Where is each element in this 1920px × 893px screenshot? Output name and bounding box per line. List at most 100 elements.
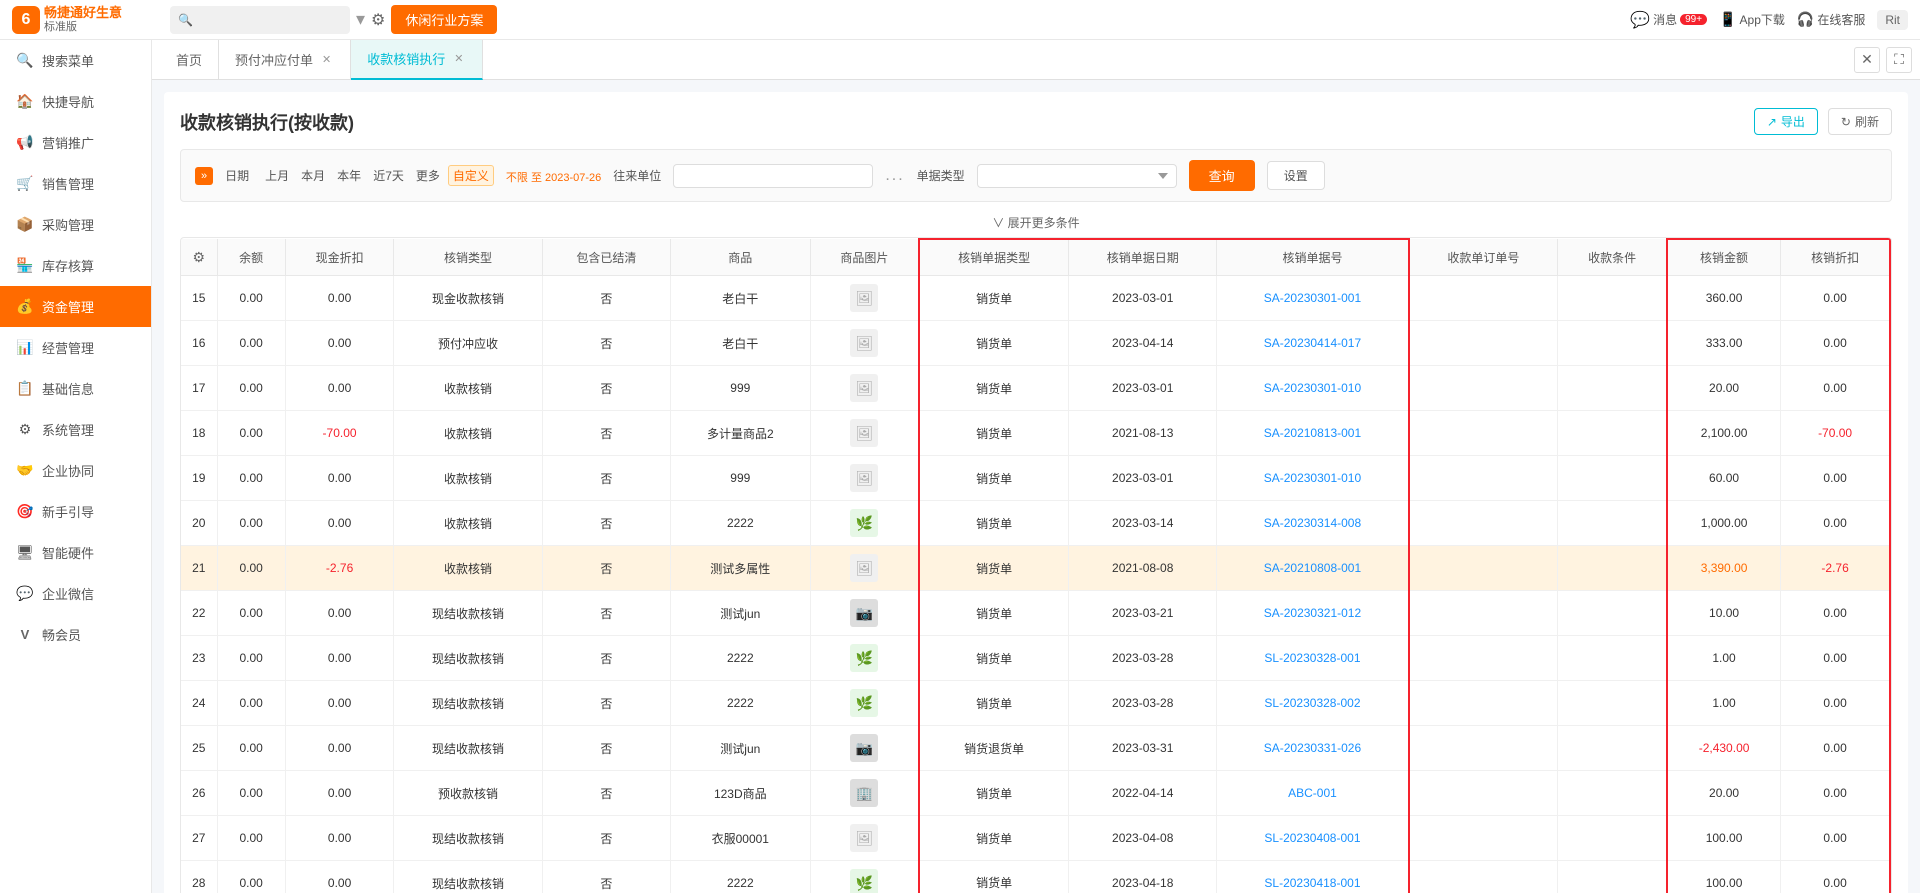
- bill-no-link[interactable]: SA-20230301-010: [1264, 471, 1361, 485]
- expand-conditions[interactable]: ∨ 展开更多条件: [180, 214, 1892, 231]
- date-last-month[interactable]: 上月: [261, 166, 293, 185]
- sidebar-item-beginner[interactable]: 🎯 新手引导: [0, 491, 151, 532]
- sidebar-item-management[interactable]: 📊 经营管理: [0, 327, 151, 368]
- bill-no-link[interactable]: SA-20230301-001: [1264, 291, 1361, 305]
- cell-bill-no: SL-20230418-001: [1217, 861, 1409, 893]
- page-inner: 收款核销执行(按收款) ↗ 导出 ↻ 刷新: [164, 92, 1908, 893]
- data-table: ⚙ 余额 现金折扣 核销类型 包含已结清 商品 商品图片 核销单据类型 核销单据…: [181, 238, 1891, 893]
- cell-bill-type: 销货单: [919, 771, 1068, 816]
- cell-balance: 0.00: [217, 591, 285, 636]
- cell-write-off-amount: 360.00: [1667, 276, 1781, 321]
- sidebar-item-purchase[interactable]: 📦 采购管理: [0, 204, 151, 245]
- cell-cash-discount: 0.00: [285, 501, 393, 546]
- cell-goods: 2222: [671, 636, 811, 681]
- bill-no-link[interactable]: SA-20210808-001: [1264, 561, 1361, 575]
- sidebar-item-quick-nav[interactable]: 🏠 快捷导航: [0, 81, 151, 122]
- cell-balance: 0.00: [217, 861, 285, 893]
- single-type-select[interactable]: [977, 164, 1177, 188]
- goods-img: 🏢: [850, 779, 878, 807]
- date-7days[interactable]: 近7天: [369, 166, 408, 185]
- goods-img: 🖼: [850, 554, 878, 582]
- date-more[interactable]: 更多: [412, 166, 444, 185]
- goods-img: 📷: [850, 734, 878, 762]
- bill-no-link[interactable]: SL-20230328-001: [1264, 651, 1360, 665]
- sidebar-item-member[interactable]: V 畅会员: [0, 614, 151, 655]
- cell-included: 否: [542, 591, 670, 636]
- sidebar-item-finance[interactable]: 💰 资金管理: [0, 286, 151, 327]
- bill-no-link[interactable]: SL-20230408-001: [1264, 831, 1360, 845]
- user-menu[interactable]: Rit: [1877, 10, 1908, 30]
- dropdown-arrow[interactable]: ▾: [356, 9, 365, 30]
- message-btn[interactable]: 💬 消息 99+: [1630, 10, 1707, 30]
- bill-no-link[interactable]: SA-20230321-012: [1264, 606, 1361, 620]
- online-service-btn[interactable]: 🎧 在线客服: [1797, 11, 1865, 28]
- cell-bill-type: 销货单: [919, 456, 1068, 501]
- cell-bill-type: 销货单: [919, 501, 1068, 546]
- sidebar-item-enterprise[interactable]: 🤝 企业协同: [0, 450, 151, 491]
- sidebar-item-sales[interactable]: 🛒 销售管理: [0, 163, 151, 204]
- bill-no-link[interactable]: SA-20230301-010: [1264, 381, 1361, 395]
- tab-receipt[interactable]: 收款核销执行 ✕: [351, 40, 483, 80]
- query-btn[interactable]: 查询: [1189, 160, 1255, 191]
- from-unit-label: 往来单位: [613, 167, 661, 184]
- tab-home[interactable]: 首页: [160, 40, 219, 80]
- bill-no-link[interactable]: SL-20230328-002: [1264, 696, 1360, 710]
- tab-expand-btn[interactable]: ⛶: [1886, 47, 1912, 73]
- bill-no-link[interactable]: SL-20230418-001: [1264, 876, 1360, 890]
- industry-btn[interactable]: 休闲行业方案: [391, 5, 497, 34]
- cell-goods-img: 📷: [810, 591, 919, 636]
- gear-icon[interactable]: ⚙: [192, 249, 205, 265]
- cell-bill-type: 销货单: [919, 681, 1068, 726]
- cell-balance: 0.00: [217, 771, 285, 816]
- cell-receipt-order: [1409, 546, 1558, 591]
- settings-btn[interactable]: 设置: [1267, 161, 1325, 190]
- bill-no-link[interactable]: SA-20230331-026: [1264, 741, 1361, 755]
- col-gear[interactable]: ⚙: [181, 239, 217, 276]
- refresh-btn[interactable]: ↻ 刷新: [1828, 108, 1892, 135]
- date-label: 日期: [225, 167, 249, 184]
- sidebar-item-base-info[interactable]: 📋 基础信息: [0, 368, 151, 409]
- sidebar-item-marketing[interactable]: 📢 营销推广: [0, 122, 151, 163]
- app-download-btn[interactable]: 📱 App下载: [1719, 11, 1785, 28]
- cell-bill-date: 2021-08-13: [1069, 411, 1217, 456]
- cell-bill-type: 销货单: [919, 366, 1068, 411]
- bill-no-link[interactable]: ABC-001: [1288, 786, 1337, 800]
- date-this-month[interactable]: 本月: [297, 166, 329, 185]
- cell-receipt-order: [1409, 726, 1558, 771]
- cell-bill-no: SL-20230408-001: [1217, 816, 1409, 861]
- tab-receipt-close[interactable]: ✕: [451, 51, 466, 66]
- cell-bill-no: SA-20230301-010: [1217, 456, 1409, 501]
- col-type: 核销类型: [394, 239, 542, 276]
- filter-expand-btn[interactable]: »: [195, 167, 213, 185]
- date-this-year[interactable]: 本年: [333, 166, 365, 185]
- cell-bill-date: 2023-03-28: [1069, 636, 1217, 681]
- cell-goods-img: 🏢: [810, 771, 919, 816]
- sidebar-item-system[interactable]: ⚙ 系统管理: [0, 409, 151, 450]
- tab-prepay[interactable]: 预付冲应付单 ✕: [219, 40, 351, 80]
- tab-prepay-close[interactable]: ✕: [319, 52, 334, 67]
- cell-receipt-condition: [1558, 771, 1667, 816]
- cell-write-off-amount: 100.00: [1667, 861, 1781, 893]
- goods-img: 🌿: [850, 689, 878, 717]
- cell-receipt-condition: [1558, 861, 1667, 893]
- export-btn[interactable]: ↗ 导出: [1754, 108, 1818, 135]
- tab-close-btn[interactable]: ✕: [1854, 47, 1880, 73]
- cell-write-off-discount: 0.00: [1781, 771, 1890, 816]
- sidebar-item-search[interactable]: 🔍 搜索菜单: [0, 40, 151, 81]
- from-unit-input[interactable]: [673, 164, 873, 188]
- bill-no-link[interactable]: SA-20230414-017: [1264, 336, 1361, 350]
- gear-settings-icon[interactable]: ⚙: [371, 10, 385, 30]
- sidebar-item-smart-hw[interactable]: 🖥 智能硬件: [0, 532, 151, 573]
- sidebar-item-wechat[interactable]: 💬 企业微信: [0, 573, 151, 614]
- date-custom[interactable]: 自定义: [448, 165, 494, 186]
- cell-balance: 0.00: [217, 456, 285, 501]
- top-search-box[interactable]: 🔍: [170, 6, 350, 34]
- bill-no-link[interactable]: SA-20210813-001: [1264, 426, 1361, 440]
- cell-receipt-order: [1409, 411, 1558, 456]
- sidebar-item-inventory[interactable]: 🏪 库存核算: [0, 245, 151, 286]
- cell-goods: 测试jun: [671, 726, 811, 771]
- cell-bill-date: 2023-03-01: [1069, 456, 1217, 501]
- bill-no-link[interactable]: SA-20230314-008: [1264, 516, 1361, 530]
- cell-balance: 0.00: [217, 636, 285, 681]
- table-row: 17 0.00 0.00 收款核销 否 999 🖼 销货单 2023-03-01…: [181, 366, 1890, 411]
